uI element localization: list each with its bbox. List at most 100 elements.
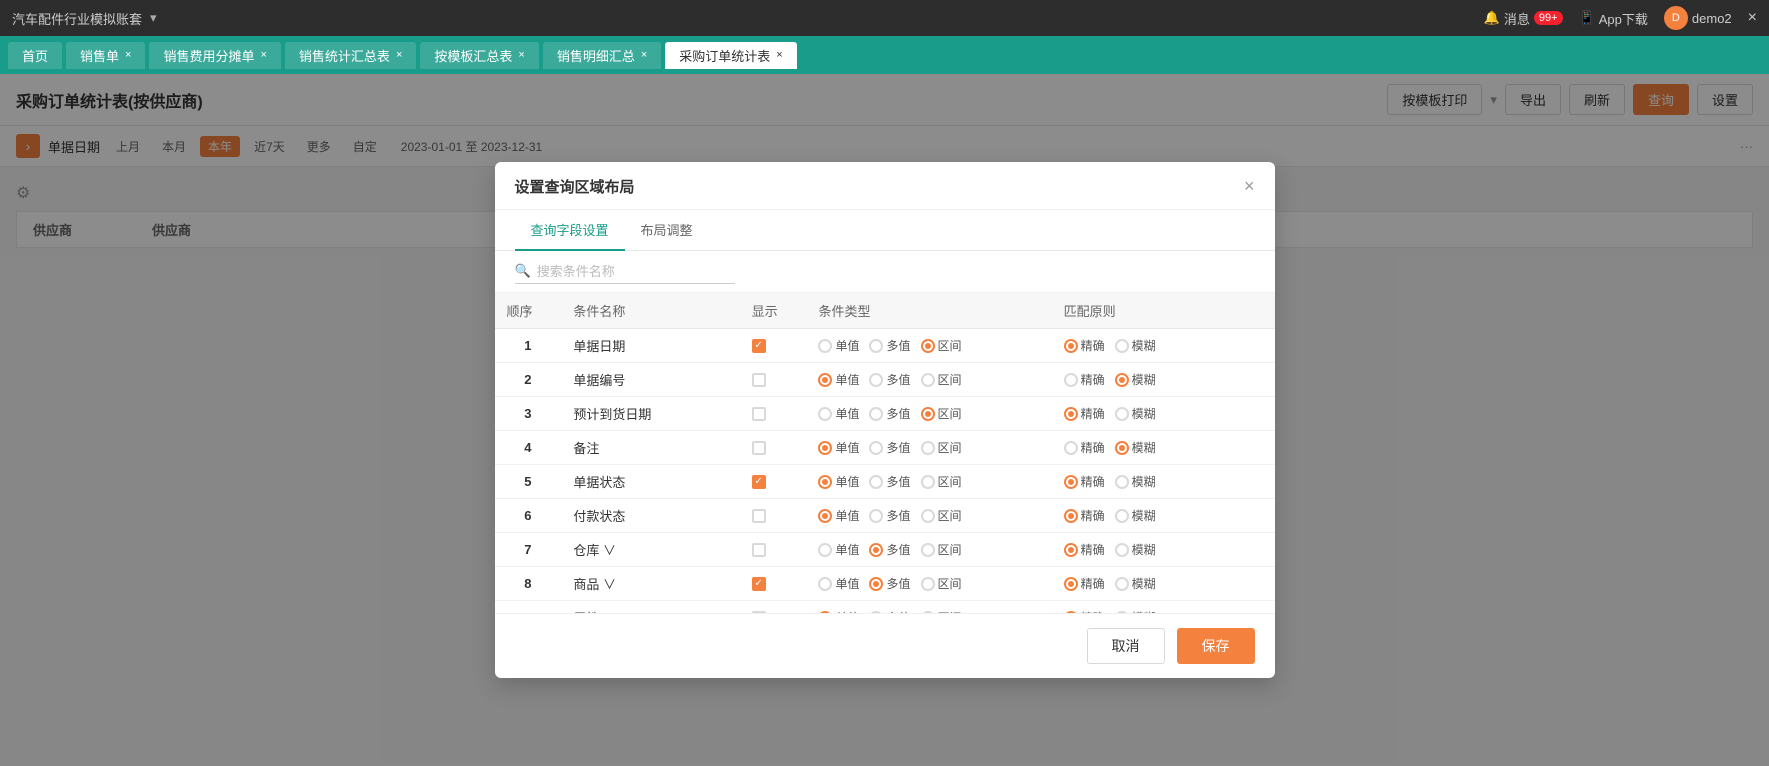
modal-overlay: 设置查询区域布局 × 查询字段设置 布局调整 🔍 — [0, 74, 1769, 766]
type-radio-item[interactable]: 区间 — [921, 473, 962, 490]
table-row: 3预计到货日期单值多值区间精确模糊 — [495, 397, 1275, 431]
app-download[interactable]: 📱 App下载 — [1579, 9, 1648, 28]
type-radio-item[interactable]: 多值 — [869, 371, 910, 388]
radio-circle — [869, 509, 883, 523]
match-radio-item[interactable]: 模糊 — [1115, 405, 1156, 422]
tab-layout-adjust[interactable]: 布局调整 — [625, 210, 709, 251]
type-radio-item[interactable]: 单值 — [818, 337, 859, 354]
radio-circle — [1064, 543, 1078, 557]
field-table-scroll[interactable]: 顺序 条件名称 显示 条件类型 — [495, 293, 1275, 613]
tab-sales-order-close[interactable]: × — [125, 49, 131, 61]
match-radio-item[interactable]: 精确 — [1064, 473, 1105, 490]
tab-sales-order[interactable]: 销售单 × — [66, 42, 145, 69]
type-radio-item[interactable]: 单值 — [818, 371, 859, 388]
notification-area[interactable]: 🔔 消息 99+ — [1484, 9, 1563, 28]
user-area[interactable]: D demo2 — [1664, 6, 1732, 30]
dialog-close-button[interactable]: × — [1244, 176, 1255, 197]
display-checkbox[interactable]: ✓ — [752, 475, 766, 489]
username: demo2 — [1692, 11, 1732, 26]
row-name: 单据编号 — [561, 363, 739, 397]
tab-template-summary-close[interactable]: × — [518, 49, 524, 61]
type-radio-item[interactable]: 单值 — [818, 575, 859, 592]
match-radio-item[interactable]: 模糊 — [1115, 371, 1156, 388]
download-icon: 📱 — [1579, 10, 1595, 26]
match-radio-item[interactable]: 模糊 — [1115, 473, 1156, 490]
type-radio-item[interactable]: 区间 — [921, 405, 962, 422]
type-radio-item[interactable]: 区间 — [921, 507, 962, 524]
top-close-button[interactable]: × — [1748, 9, 1757, 27]
type-radio-item[interactable]: 单值 — [818, 473, 859, 490]
type-radio-item[interactable]: 多值 — [869, 439, 910, 456]
search-input[interactable] — [537, 264, 727, 279]
type-radio-item[interactable]: 单值 — [818, 405, 859, 422]
type-radio-item[interactable]: 单值 — [818, 541, 859, 558]
tab-purchase-order[interactable]: 采购订单统计表 × — [665, 42, 796, 69]
dialog: 设置查询区域布局 × 查询字段设置 布局调整 🔍 — [495, 162, 1275, 678]
display-checkbox[interactable] — [752, 441, 766, 455]
display-checkbox[interactable] — [752, 373, 766, 387]
match-radio-item[interactable]: 精确 — [1064, 575, 1105, 592]
match-radio-item[interactable]: 精确 — [1064, 405, 1105, 422]
row-name: 付款状态 — [561, 499, 739, 533]
tab-sales-expense-close[interactable]: × — [260, 49, 266, 61]
match-radio-item[interactable]: 精确 — [1064, 337, 1105, 354]
type-radio-item[interactable]: 区间 — [921, 575, 962, 592]
row-type-cell: 单值多值区间 — [806, 533, 1051, 567]
display-checkbox[interactable] — [752, 407, 766, 421]
tab-sales-detail-label: 销售明细汇总 — [557, 46, 635, 65]
row-order: 6 — [495, 499, 562, 533]
field-table: 顺序 条件名称 显示 条件类型 — [495, 293, 1275, 613]
match-radio-item[interactable]: 精确 — [1064, 439, 1105, 456]
save-button[interactable]: 保存 — [1177, 628, 1255, 664]
tab-purchase-order-close[interactable]: × — [776, 49, 782, 61]
match-radio-item[interactable]: 精确 — [1064, 371, 1105, 388]
type-radio-item[interactable]: 多值 — [869, 575, 910, 592]
display-checkbox[interactable]: ✓ — [752, 339, 766, 353]
match-radio-item[interactable]: 模糊 — [1115, 337, 1156, 354]
row-display-checkbox-cell — [740, 533, 807, 567]
row-match-cell: 精确模糊 — [1052, 397, 1275, 431]
radio-circle — [818, 441, 832, 455]
type-radio-item[interactable]: 多值 — [869, 405, 910, 422]
type-radio-item[interactable]: 单值 — [818, 439, 859, 456]
dialog-footer: 取消 保存 — [495, 613, 1275, 678]
display-checkbox[interactable] — [752, 509, 766, 523]
display-checkbox[interactable]: ✓ — [752, 577, 766, 591]
match-radio-item[interactable]: 模糊 — [1115, 439, 1156, 456]
type-radio-item[interactable]: 多值 — [869, 337, 910, 354]
cancel-button[interactable]: 取消 — [1087, 628, 1165, 664]
type-radio-item[interactable]: 多值 — [869, 541, 910, 558]
type-radio-item[interactable]: 区间 — [921, 371, 962, 388]
match-radio-item[interactable]: 精确 — [1064, 507, 1105, 524]
tab-sales-expense[interactable]: 销售费用分摊单 × — [149, 42, 280, 69]
type-radio-item[interactable]: 区间 — [921, 541, 962, 558]
radio-circle — [921, 509, 935, 523]
tab-home[interactable]: 首页 — [8, 42, 62, 69]
type-radio-item[interactable]: 单值 — [818, 507, 859, 524]
search-wrap: 🔍 — [515, 263, 735, 284]
tab-query-field-settings[interactable]: 查询字段设置 — [515, 210, 625, 251]
type-radio-item[interactable]: 区间 — [921, 439, 962, 456]
row-order: 3 — [495, 397, 562, 431]
row-display-checkbox-cell — [740, 363, 807, 397]
display-checkbox[interactable] — [752, 543, 766, 557]
top-bar-right: 🔔 消息 99+ 📱 App下载 D demo2 × — [1484, 6, 1757, 30]
match-radio-item[interactable]: 精确 — [1064, 541, 1105, 558]
match-radio-group: 精确模糊 — [1064, 439, 1263, 456]
radio-circle — [818, 509, 832, 523]
tab-sales-detail-close[interactable]: × — [641, 49, 647, 61]
type-radio-item[interactable]: 多值 — [869, 473, 910, 490]
tab-sales-summary-close[interactable]: × — [396, 49, 402, 61]
tab-template-summary[interactable]: 按模板汇总表 × — [420, 42, 538, 69]
match-radio-group: 精确模糊 — [1064, 473, 1263, 490]
match-radio-item[interactable]: 模糊 — [1115, 541, 1156, 558]
dialog-tabs: 查询字段设置 布局调整 — [495, 210, 1275, 251]
type-radio-item[interactable]: 多值 — [869, 507, 910, 524]
row-match-cell: 精确模糊 — [1052, 465, 1275, 499]
match-radio-item[interactable]: 模糊 — [1115, 507, 1156, 524]
match-radio-item[interactable]: 模糊 — [1115, 575, 1156, 592]
row-name: 仓库 ∨ — [561, 533, 739, 567]
tab-sales-detail[interactable]: 销售明细汇总 × — [543, 42, 661, 69]
tab-sales-summary[interactable]: 销售统计汇总表 × — [285, 42, 416, 69]
type-radio-item[interactable]: 区间 — [921, 337, 962, 354]
